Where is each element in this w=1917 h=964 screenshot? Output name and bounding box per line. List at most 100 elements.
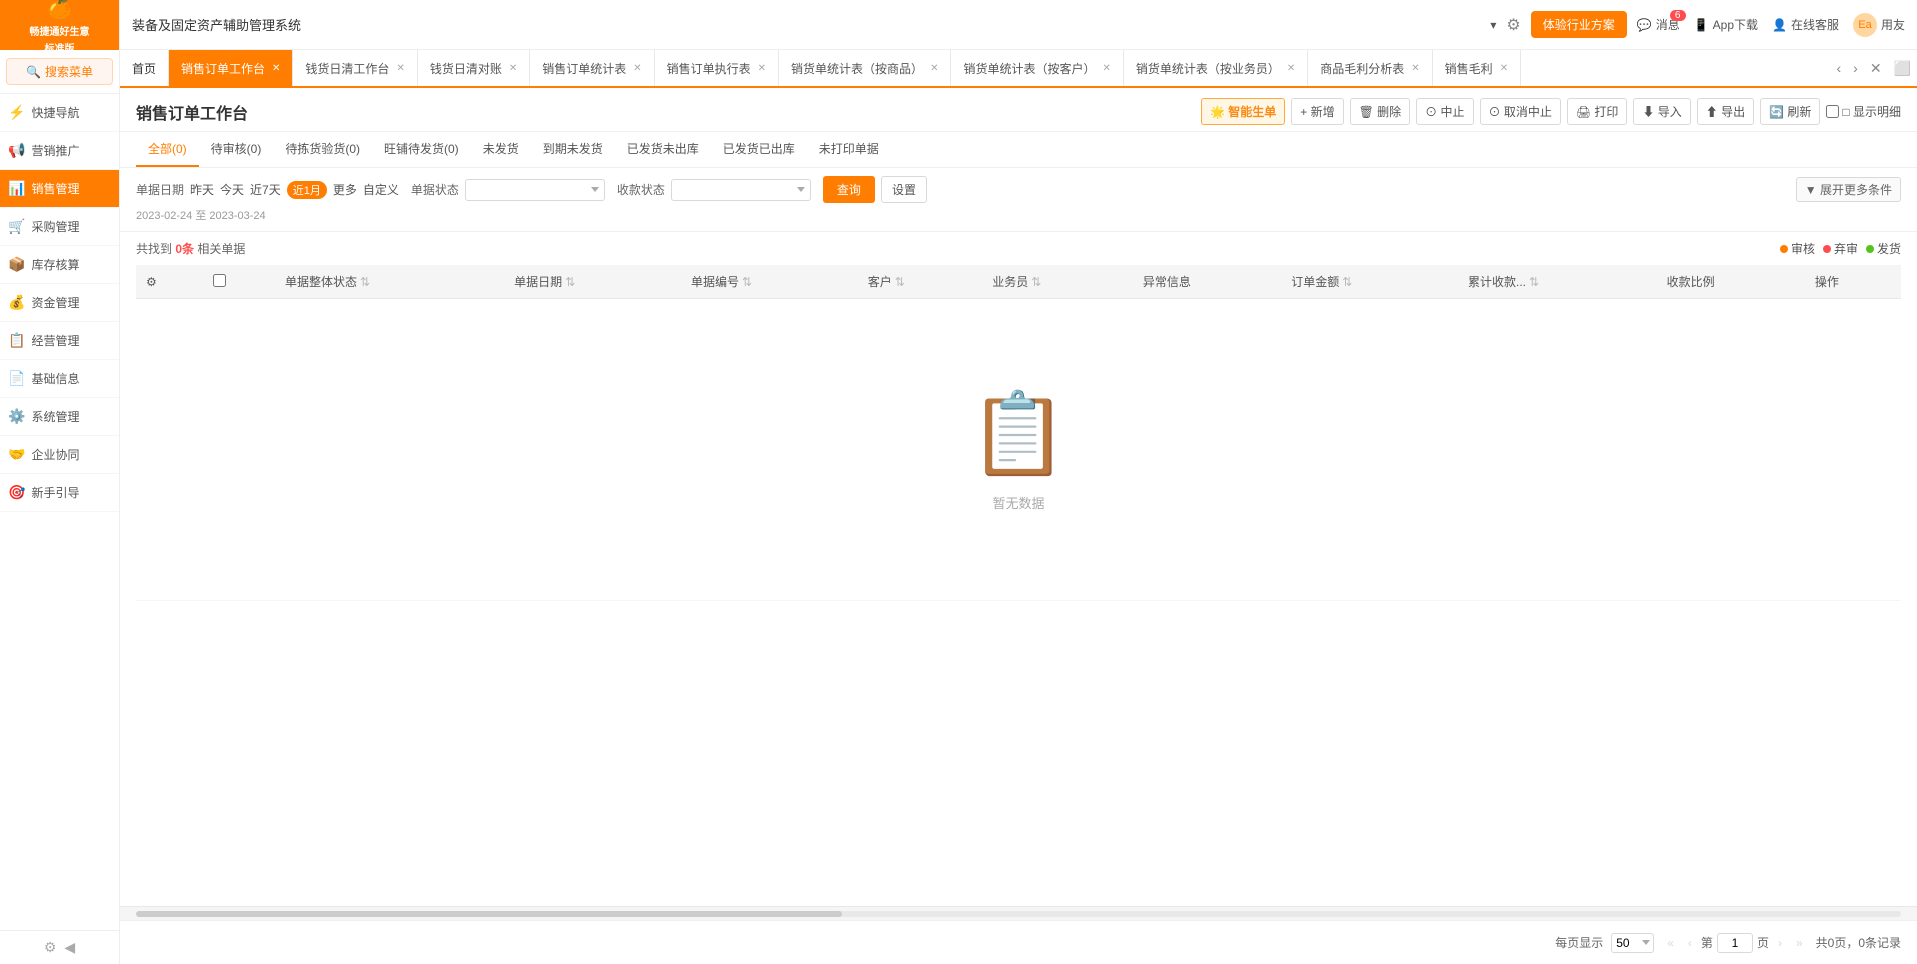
tab-scroll-left[interactable]: ‹ (1830, 60, 1847, 76)
table-area: 共找到 0条 相关单据 审核弃审发货 ⚙单据整体状态⇅单据日期⇅单据编号⇅客户⇅… (120, 232, 1917, 906)
tab-cash-daily[interactable]: 钱货日清工作台✕ (293, 50, 417, 87)
sort-icon-staff[interactable]: ⇅ (1031, 275, 1041, 289)
export-button[interactable]: ⬆ 导出 (1697, 98, 1754, 125)
expand-filter-button[interactable]: ▼ 展开更多条件 (1796, 177, 1901, 202)
tab-home[interactable]: 首页 (120, 50, 169, 87)
sidebar-item-enterprise[interactable]: 🤝企业协同 (0, 436, 119, 474)
date-filter-近7天[interactable]: 近7天 (250, 181, 281, 199)
search-menu-button[interactable]: 🔍 搜索菜单 (6, 58, 113, 85)
table-op-review[interactable]: 审核 (1780, 240, 1815, 257)
sidebar-item-sales[interactable]: 📊销售管理 (0, 170, 119, 208)
sort-icon-date[interactable]: ⇅ (565, 275, 575, 289)
subtab-shipped-not-out[interactable]: 已发货未出库 (615, 132, 711, 167)
cancel-stop-button[interactable]: ⊙ 取消中止 (1480, 98, 1561, 125)
date-filter-昨天[interactable]: 昨天 (190, 181, 214, 199)
add-button[interactable]: + 新增 (1291, 98, 1343, 125)
user-menu[interactable]: Ea 用友 (1853, 13, 1905, 37)
tab-close-sales-stat-product[interactable]: ✕ (930, 63, 938, 74)
first-page-button[interactable]: « (1662, 934, 1679, 952)
sidebar-item-guide[interactable]: 🎯新手引导 (0, 474, 119, 512)
solution-button[interactable]: 体验行业方案 (1531, 11, 1627, 38)
system-title-dropdown[interactable]: ▾ (1490, 18, 1496, 32)
date-filter-自定义[interactable]: 自定义 (363, 181, 399, 199)
select-all-checkbox[interactable] (213, 274, 226, 287)
tab-maximize[interactable]: ⬜ (1888, 60, 1917, 77)
tab-close-cash-daily[interactable]: ✕ (396, 63, 404, 74)
page-size-select[interactable]: 50 20 100 (1611, 933, 1654, 953)
sort-icon-number[interactable]: ⇅ (742, 275, 752, 289)
tab-close-sales-workbench[interactable]: ✕ (272, 63, 280, 74)
table-op-abandon[interactable]: 弃审 (1823, 240, 1858, 257)
next-page-button[interactable]: › (1773, 934, 1787, 952)
show-detail-checkbox[interactable] (1826, 105, 1839, 118)
sort-icon-status[interactable]: ⇅ (360, 275, 370, 289)
tab-close-cash-reconcile[interactable]: ✕ (509, 63, 517, 74)
subtab-wangpu-pending[interactable]: 旺铺待发货(0) (372, 132, 471, 167)
th-check[interactable] (203, 265, 275, 299)
sidebar-item-marketing[interactable]: 📢营销推广 (0, 132, 119, 170)
nav-label-base: 基础信息 (31, 370, 79, 387)
subtab-expired-not-shipped[interactable]: 到期未发货 (531, 132, 615, 167)
payment-status-select[interactable] (671, 179, 811, 201)
tab-sales-stat[interactable]: 销售订单统计表✕ (530, 50, 654, 87)
subtab-not-shipped[interactable]: 未发货 (471, 132, 531, 167)
sort-icon-customer[interactable]: ⇅ (895, 275, 905, 289)
sidebar-item-operations[interactable]: 📋经营管理 (0, 322, 119, 360)
tab-close-sales-stat-staff[interactable]: ✕ (1287, 63, 1295, 74)
last-page-button[interactable]: » (1791, 934, 1808, 952)
query-button[interactable]: 查询 (823, 176, 875, 203)
tab-cash-reconcile[interactable]: 钱货日清对账✕ (418, 50, 530, 87)
th-setting[interactable]: ⚙ (136, 265, 203, 299)
tab-close-all[interactable]: ✕ (1864, 60, 1888, 77)
tab-sales-workbench[interactable]: 销售订单工作台✕ (169, 50, 293, 87)
sidebar-item-finance[interactable]: 💰资金管理 (0, 284, 119, 322)
scrollbar-thumb[interactable] (136, 911, 842, 917)
tab-close-sales-stat-customer[interactable]: ✕ (1102, 63, 1110, 74)
settings-icon[interactable]: ⚙ (44, 939, 57, 956)
tab-sales-stat-customer[interactable]: 销货单统计表（按客户）✕ (951, 50, 1123, 87)
tab-close-sales-rate[interactable]: ✕ (1500, 63, 1508, 74)
print-button[interactable]: 🖨 打印 (1567, 98, 1628, 125)
th-label-staff: 业务员 (992, 275, 1028, 289)
import-button[interactable]: ⬇ 导入 (1633, 98, 1690, 125)
app-download-button[interactable]: 📱 App下载 (1694, 16, 1758, 33)
tab-product-margin[interactable]: 商品毛利分析表✕ (1308, 50, 1432, 87)
date-filter-近1月[interactable]: 近1月 (287, 181, 327, 199)
show-detail-checkbox-label[interactable]: □ 显示明细 (1826, 103, 1901, 120)
settings-gear-icon[interactable]: ⚙ (1506, 15, 1520, 35)
sidebar-item-inventory[interactable]: 📦库存核算 (0, 246, 119, 284)
subtab-shipped-out[interactable]: 已发货已出库 (711, 132, 807, 167)
tab-scroll-right[interactable]: › (1847, 60, 1864, 76)
date-filter-今天[interactable]: 今天 (220, 181, 244, 199)
tab-close-product-margin[interactable]: ✕ (1411, 63, 1419, 74)
sidebar-item-quick-nav[interactable]: ⚡快捷导航 (0, 94, 119, 132)
sidebar-item-system[interactable]: ⚙️系统管理 (0, 398, 119, 436)
subtab-pending-review[interactable]: 待审核(0) (199, 132, 274, 167)
sort-icon-amount[interactable]: ⇅ (1342, 275, 1352, 289)
delete-button[interactable]: 🗑 删除 (1350, 98, 1411, 125)
sidebar-item-base[interactable]: 📄基础信息 (0, 360, 119, 398)
tab-sales-stat-staff[interactable]: 销货单统计表（按业务员）✕ (1124, 50, 1308, 87)
smart-create-button[interactable]: 🌟 智能生单 (1201, 98, 1285, 125)
prev-page-button[interactable]: ‹ (1683, 934, 1697, 952)
bill-status-select[interactable] (465, 179, 605, 201)
subtab-not-printed[interactable]: 未打印单据 (807, 132, 891, 167)
tab-close-sales-exec[interactable]: ✕ (758, 63, 766, 74)
setting-button[interactable]: 设置 (881, 176, 927, 203)
tab-close-sales-stat[interactable]: ✕ (633, 63, 641, 74)
tab-sales-exec[interactable]: 销售订单执行表✕ (655, 50, 779, 87)
sidebar-item-purchase[interactable]: 🛒采购管理 (0, 208, 119, 246)
message-button[interactable]: 💬 消息 6 (1637, 16, 1680, 33)
tab-sales-stat-product[interactable]: 销货单统计表（按商品）✕ (779, 50, 951, 87)
subtab-pending-inspection[interactable]: 待拣货验货(0) (273, 132, 372, 167)
collapse-icon[interactable]: ◀ (64, 939, 75, 956)
page-input[interactable] (1717, 933, 1753, 953)
online-service-button[interactable]: 👤 在线客服 (1772, 16, 1839, 33)
tab-sales-rate[interactable]: 销售毛利✕ (1433, 50, 1521, 87)
sort-icon-collected[interactable]: ⇅ (1529, 275, 1539, 289)
table-op-ship[interactable]: 发货 (1866, 240, 1901, 257)
date-filter-更多[interactable]: 更多 (333, 181, 357, 199)
refresh-button[interactable]: 🔄 刷新 (1760, 98, 1820, 125)
subtab-all[interactable]: 全部(0) (136, 132, 199, 167)
stop-button[interactable]: ⊙ 中止 (1416, 98, 1473, 125)
